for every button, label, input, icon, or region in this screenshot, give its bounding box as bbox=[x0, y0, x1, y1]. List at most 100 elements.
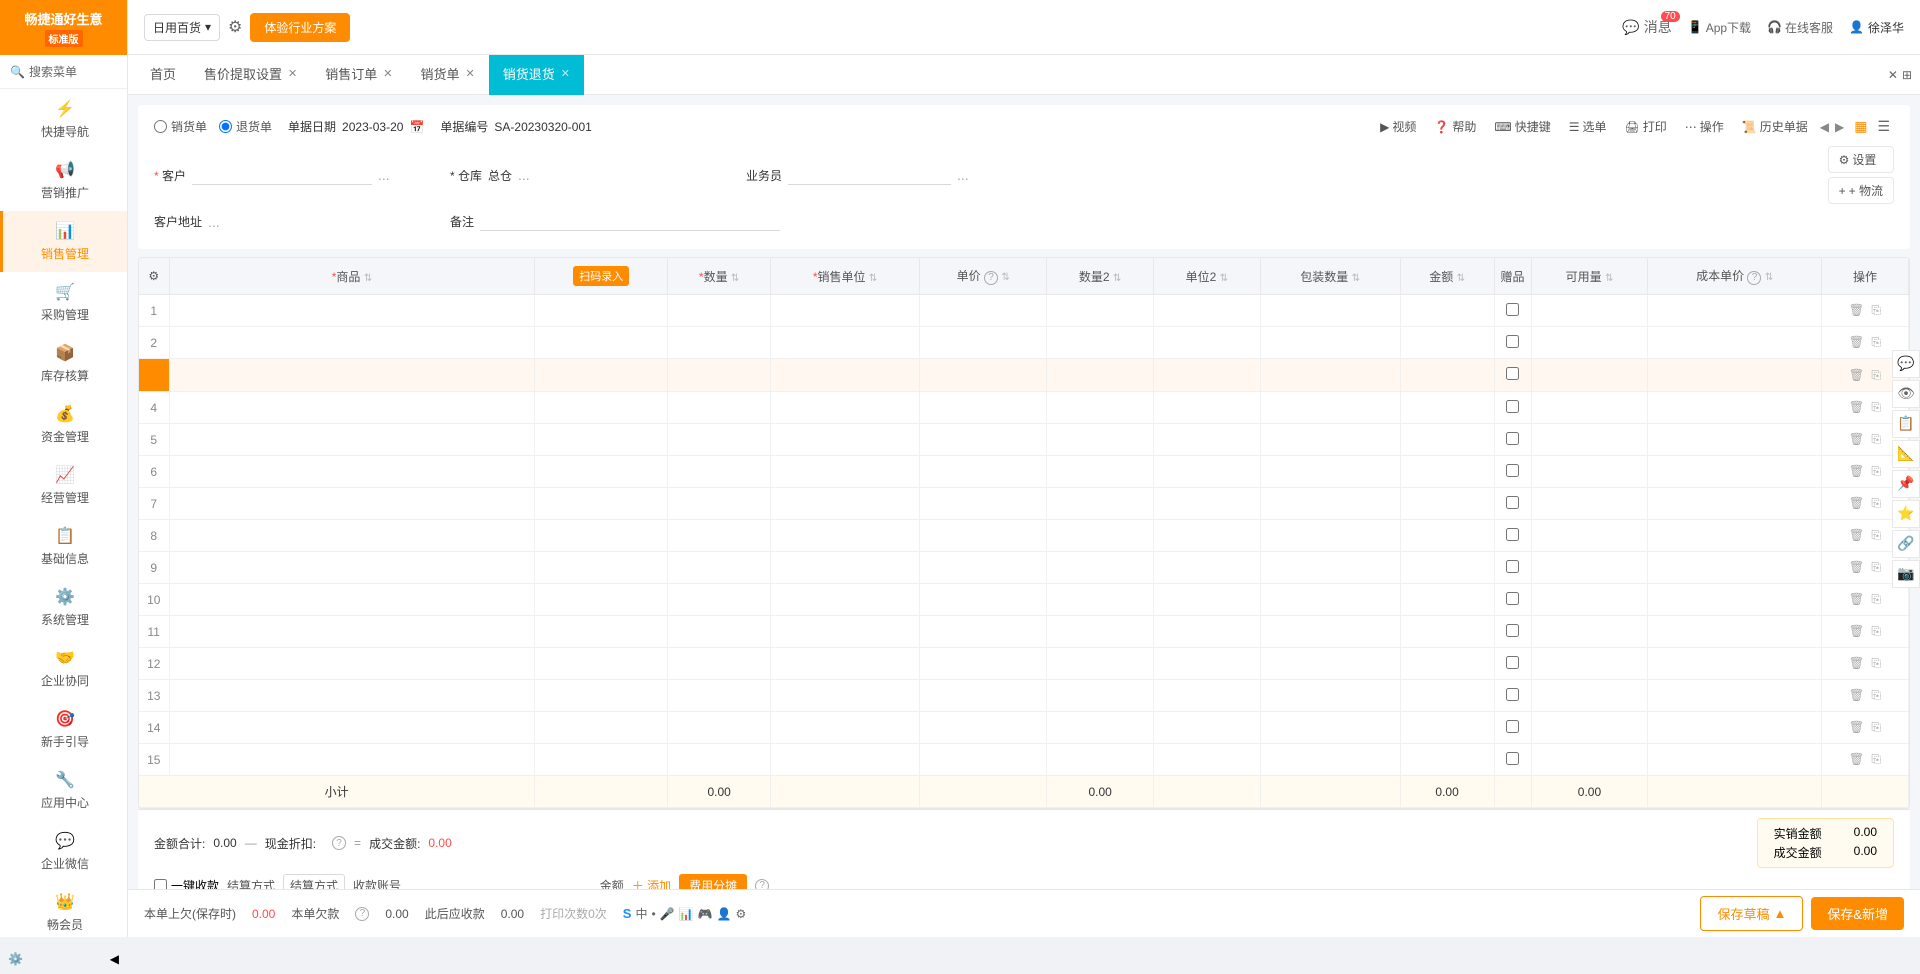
maximize-icon[interactable]: ⊞ bbox=[1902, 68, 1912, 82]
delete-row-icon[interactable]: 🗑 bbox=[1849, 368, 1864, 382]
warehouse-dots[interactable]: ... bbox=[518, 167, 530, 183]
delete-row-icon[interactable]: 🗑 bbox=[1849, 528, 1864, 542]
row-qty2-cell[interactable] bbox=[1047, 648, 1154, 680]
row-qty-cell[interactable] bbox=[668, 359, 771, 392]
row-qty2-cell[interactable] bbox=[1047, 456, 1154, 488]
row-goods-cell[interactable] bbox=[169, 295, 535, 327]
sidebar-item-enterprise[interactable]: 🤝 企业协同 bbox=[0, 638, 127, 699]
gift-checkbox[interactable] bbox=[1506, 656, 1519, 669]
row-price-cell[interactable] bbox=[920, 648, 1047, 680]
customer-dots[interactable]: ... bbox=[378, 167, 390, 183]
row-price-cell[interactable] bbox=[920, 520, 1047, 552]
row-qty-cell[interactable] bbox=[668, 295, 771, 327]
account-dots[interactable]: ... bbox=[580, 878, 592, 890]
sidebar-item-quick-nav[interactable]: ⚡ 快捷导航 bbox=[0, 89, 127, 150]
tab-close-icon[interactable]: ✕ bbox=[288, 67, 297, 80]
row-price-cell[interactable] bbox=[920, 712, 1047, 744]
row-pkg-qty-cell[interactable] bbox=[1260, 520, 1400, 552]
row-price-cell[interactable] bbox=[920, 616, 1047, 648]
copy-row-icon[interactable]: ⎘ bbox=[1871, 464, 1881, 478]
app-download-link[interactable]: 📱 App下载 bbox=[1688, 19, 1751, 36]
row-qty2-cell[interactable] bbox=[1047, 712, 1154, 744]
staff-dots[interactable]: ... bbox=[957, 167, 969, 183]
row-unit2-cell[interactable] bbox=[1153, 327, 1260, 359]
topbar-gear-icon[interactable]: ⚙ bbox=[228, 17, 242, 37]
row-amount-cell[interactable] bbox=[1400, 648, 1494, 680]
row-goods-cell[interactable] bbox=[169, 488, 535, 520]
sort-qty2-icon[interactable]: ⇅ bbox=[1113, 273, 1121, 284]
row-available-cell[interactable] bbox=[1531, 648, 1648, 680]
sidebar-item-wechat[interactable]: 💬 企业微信 bbox=[0, 821, 127, 882]
gift-checkbox[interactable] bbox=[1506, 367, 1519, 380]
delete-row-icon[interactable]: 🗑 bbox=[1849, 400, 1864, 414]
industry-select[interactable]: 日用百货 ▾ bbox=[144, 14, 220, 41]
copy-row-icon[interactable]: ⎘ bbox=[1871, 656, 1881, 670]
row-qty-cell[interactable] bbox=[668, 456, 771, 488]
sort-unit2-icon[interactable]: ⇅ bbox=[1220, 273, 1228, 284]
row-unit-cell[interactable] bbox=[771, 424, 920, 456]
row-available-cell[interactable] bbox=[1531, 295, 1648, 327]
row-qty-cell[interactable] bbox=[668, 616, 771, 648]
sidebar-search[interactable]: 🔍 搜索菜单 bbox=[0, 55, 127, 89]
row-available-cell[interactable] bbox=[1531, 424, 1648, 456]
row-unit-cell[interactable] bbox=[771, 488, 920, 520]
row-goods-cell[interactable] bbox=[169, 680, 535, 712]
copy-row-icon[interactable]: ⎘ bbox=[1871, 432, 1881, 446]
sidebar-item-guide[interactable]: 🎯 新手引导 bbox=[0, 699, 127, 760]
row-cost-cell[interactable] bbox=[1648, 392, 1821, 424]
shortcut-btn[interactable]: ⌨ 快捷键 bbox=[1488, 115, 1556, 138]
copy-row-icon[interactable]: ⎘ bbox=[1871, 368, 1881, 382]
ime-icon7[interactable]: ⚙ bbox=[736, 907, 747, 921]
row-cost-cell[interactable] bbox=[1648, 424, 1821, 456]
row-price-cell[interactable] bbox=[920, 744, 1047, 776]
scan-btn[interactable]: 扫码录入 bbox=[573, 266, 629, 286]
plus-row-icon[interactable]: ＋ bbox=[146, 369, 162, 386]
delete-row-icon[interactable]: 🗑 bbox=[1849, 688, 1864, 702]
row-price-cell[interactable] bbox=[920, 392, 1047, 424]
delete-row-icon[interactable]: 🗑 bbox=[1849, 752, 1864, 766]
gift-checkbox[interactable] bbox=[1506, 464, 1519, 477]
copy-row-icon[interactable]: ⎘ bbox=[1871, 528, 1881, 542]
row-pkg-qty-cell[interactable] bbox=[1260, 295, 1400, 327]
row-unit-cell[interactable] bbox=[771, 552, 920, 584]
row-cost-cell[interactable] bbox=[1648, 744, 1821, 776]
sort-pkg-icon[interactable]: ⇅ bbox=[1352, 273, 1360, 284]
sidebar-item-marketing[interactable]: 📢 营销推广 bbox=[0, 150, 127, 211]
row-pkg-qty-cell[interactable] bbox=[1260, 648, 1400, 680]
collapse-icon[interactable]: ◀ bbox=[110, 952, 119, 966]
sidebar-item-basics[interactable]: 📋 基础信息 bbox=[0, 516, 127, 577]
sidebar-item-system[interactable]: ⚙️ 系统管理 bbox=[0, 577, 127, 638]
copy-row-icon[interactable]: ⎘ bbox=[1871, 624, 1881, 638]
video-btn[interactable]: ▶ 视频 bbox=[1374, 115, 1422, 138]
expense-split-btn[interactable]: 费用分摊 bbox=[679, 874, 747, 889]
one-key-pay-checkbox[interactable]: 一键收款 bbox=[154, 877, 219, 889]
price-info-icon[interactable]: ? bbox=[984, 271, 998, 285]
gift-checkbox[interactable] bbox=[1506, 400, 1519, 413]
row-cost-cell[interactable] bbox=[1648, 327, 1821, 359]
sidebar-item-apps[interactable]: 🔧 应用中心 bbox=[0, 760, 127, 821]
copy-row-icon[interactable]: ⎘ bbox=[1871, 592, 1881, 606]
calendar-icon[interactable]: 📅 bbox=[409, 120, 424, 134]
row-pkg-qty-cell[interactable] bbox=[1260, 392, 1400, 424]
row-cost-cell[interactable] bbox=[1648, 552, 1821, 584]
print-btn[interactable]: 🖨 打印 bbox=[1619, 115, 1673, 138]
message-icon[interactable]: 💬 bbox=[1892, 350, 1920, 378]
copy-row-icon[interactable]: ⎘ bbox=[1871, 303, 1881, 317]
row-qty-cell[interactable] bbox=[668, 584, 771, 616]
row-qty-cell[interactable] bbox=[668, 552, 771, 584]
row-cost-cell[interactable] bbox=[1648, 712, 1821, 744]
row-qty2-cell[interactable] bbox=[1047, 488, 1154, 520]
row-pkg-qty-cell[interactable] bbox=[1260, 424, 1400, 456]
row-cost-cell[interactable] bbox=[1648, 456, 1821, 488]
experience-btn[interactable]: 体验行业方案 bbox=[250, 13, 350, 42]
row-pkg-qty-cell[interactable] bbox=[1260, 359, 1400, 392]
row-goods-cell[interactable] bbox=[169, 424, 535, 456]
row-available-cell[interactable] bbox=[1531, 392, 1648, 424]
logistics-btn[interactable]: + + 物流 bbox=[1828, 177, 1894, 204]
row-unit2-cell[interactable] bbox=[1153, 424, 1260, 456]
row-qty2-cell[interactable] bbox=[1047, 616, 1154, 648]
row-amount-cell[interactable] bbox=[1400, 744, 1494, 776]
row-unit2-cell[interactable] bbox=[1153, 744, 1260, 776]
save-new-btn[interactable]: 保存&新增 bbox=[1811, 897, 1904, 930]
delete-row-icon[interactable]: 🗑 bbox=[1849, 656, 1864, 670]
